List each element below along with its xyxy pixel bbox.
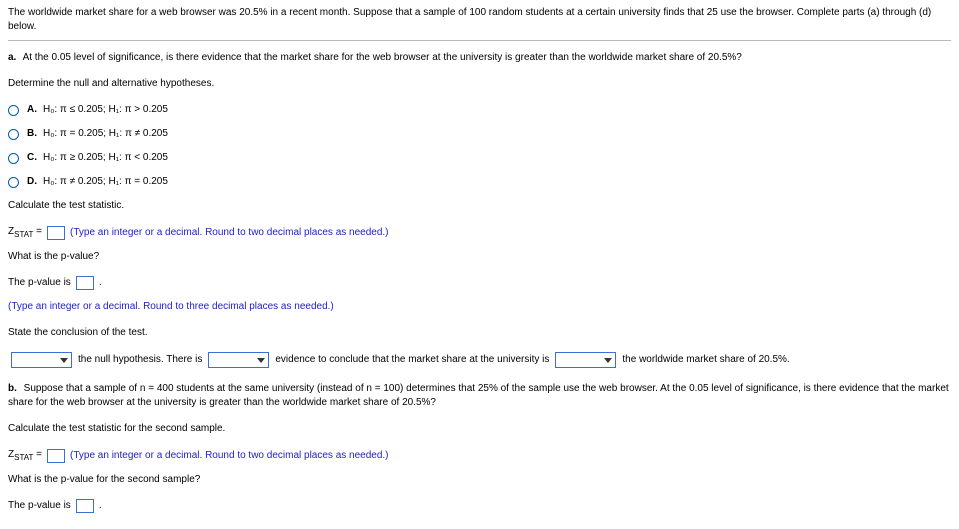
- zstat-hint: (Type an integer or a decimal. Round to …: [70, 226, 389, 240]
- zstat-sub: STAT: [14, 230, 33, 239]
- conclusion-text-2: evidence to conclude that the market sha…: [275, 353, 549, 367]
- conclusion-select-2[interactable]: [208, 352, 269, 368]
- part-a-text: At the 0.05 level of significance, is th…: [23, 52, 742, 63]
- option-text: H₀: π ≠ 0.205; H₁: π = 0.205: [43, 175, 168, 189]
- part-b-text: Suppose that a sample of n = 400 student…: [8, 383, 949, 408]
- option-letter: C.: [27, 151, 37, 165]
- calc-test-stat-2: Calculate the test statistic for the sec…: [8, 422, 951, 436]
- zstat-line-2: ZSTAT = (Type an integer or a decimal. R…: [8, 448, 951, 463]
- part-b-label: b.: [8, 383, 17, 394]
- radio-icon[interactable]: [8, 129, 19, 140]
- state-conclusion: State the conclusion of the test.: [8, 326, 951, 340]
- conclusion-line: the null hypothesis. There is evidence t…: [8, 352, 951, 368]
- calc-test-stat: Calculate the test statistic.: [8, 199, 951, 213]
- radio-icon[interactable]: [8, 177, 19, 188]
- radio-icon[interactable]: [8, 105, 19, 116]
- option-text: H₀: π ≥ 0.205; H₁: π < 0.205: [43, 151, 168, 165]
- determine-hypotheses: Determine the null and alternative hypot…: [8, 77, 951, 91]
- zstat-input-2[interactable]: [47, 449, 65, 463]
- zstat-hint-2: (Type an integer or a decimal. Round to …: [70, 449, 389, 463]
- option-letter: A.: [27, 103, 37, 117]
- conclusion-text-1: the null hypothesis. There is: [78, 353, 202, 367]
- chevron-down-icon: [60, 358, 68, 363]
- conclusion-select-1[interactable]: [11, 352, 72, 368]
- pvalue-post: .: [99, 276, 102, 290]
- zstat-eq-2: =: [33, 449, 42, 460]
- zstat-input[interactable]: [47, 226, 65, 240]
- intro-text: The worldwide market share for a web bro…: [8, 7, 931, 32]
- zstat-label-2: ZSTAT =: [8, 448, 42, 463]
- zstat-label: ZSTAT =: [8, 225, 42, 240]
- conclusion-text-3: the worldwide market share of 20.5%.: [622, 353, 789, 367]
- pvalue-post-2: .: [99, 499, 102, 513]
- option-d[interactable]: D. H₀: π ≠ 0.205; H₁: π = 0.205: [8, 175, 951, 189]
- option-b[interactable]: B. H₀: π = 0.205; H₁: π ≠ 0.205: [8, 127, 951, 141]
- problem-intro: The worldwide market share for a web bro…: [8, 6, 951, 41]
- pvalue-line: The p-value is .: [8, 276, 951, 290]
- option-text: H₀: π = 0.205; H₁: π ≠ 0.205: [43, 127, 168, 141]
- pvalue-line-2: The p-value is .: [8, 499, 951, 513]
- what-pvalue-2: What is the p-value for the second sampl…: [8, 473, 951, 487]
- chevron-down-icon: [257, 358, 265, 363]
- zstat-sub-2: STAT: [14, 453, 33, 462]
- zstat-line: ZSTAT = (Type an integer or a decimal. R…: [8, 225, 951, 240]
- conclusion-select-3[interactable]: [555, 352, 616, 368]
- radio-icon[interactable]: [8, 153, 19, 164]
- option-c[interactable]: C. H₀: π ≥ 0.205; H₁: π < 0.205: [8, 151, 951, 165]
- option-letter: B.: [27, 127, 37, 141]
- option-letter: D.: [27, 175, 37, 189]
- pvalue-hint: (Type an integer or a decimal. Round to …: [8, 300, 951, 314]
- option-a[interactable]: A. H₀: π ≤ 0.205; H₁: π > 0.205: [8, 103, 951, 117]
- pvalue-label-2: The p-value is: [8, 499, 71, 513]
- part-a-prompt: a. At the 0.05 level of significance, is…: [8, 51, 951, 65]
- pvalue-label: The p-value is: [8, 276, 71, 290]
- pvalue-input[interactable]: [76, 276, 94, 290]
- chevron-down-icon: [604, 358, 612, 363]
- part-b-prompt: b. Suppose that a sample of n = 400 stud…: [8, 382, 951, 410]
- zstat-eq: =: [33, 226, 42, 237]
- part-a-label: a.: [8, 52, 16, 63]
- option-text: H₀: π ≤ 0.205; H₁: π > 0.205: [43, 103, 168, 117]
- pvalue-input-2[interactable]: [76, 499, 94, 513]
- what-pvalue: What is the p-value?: [8, 250, 951, 264]
